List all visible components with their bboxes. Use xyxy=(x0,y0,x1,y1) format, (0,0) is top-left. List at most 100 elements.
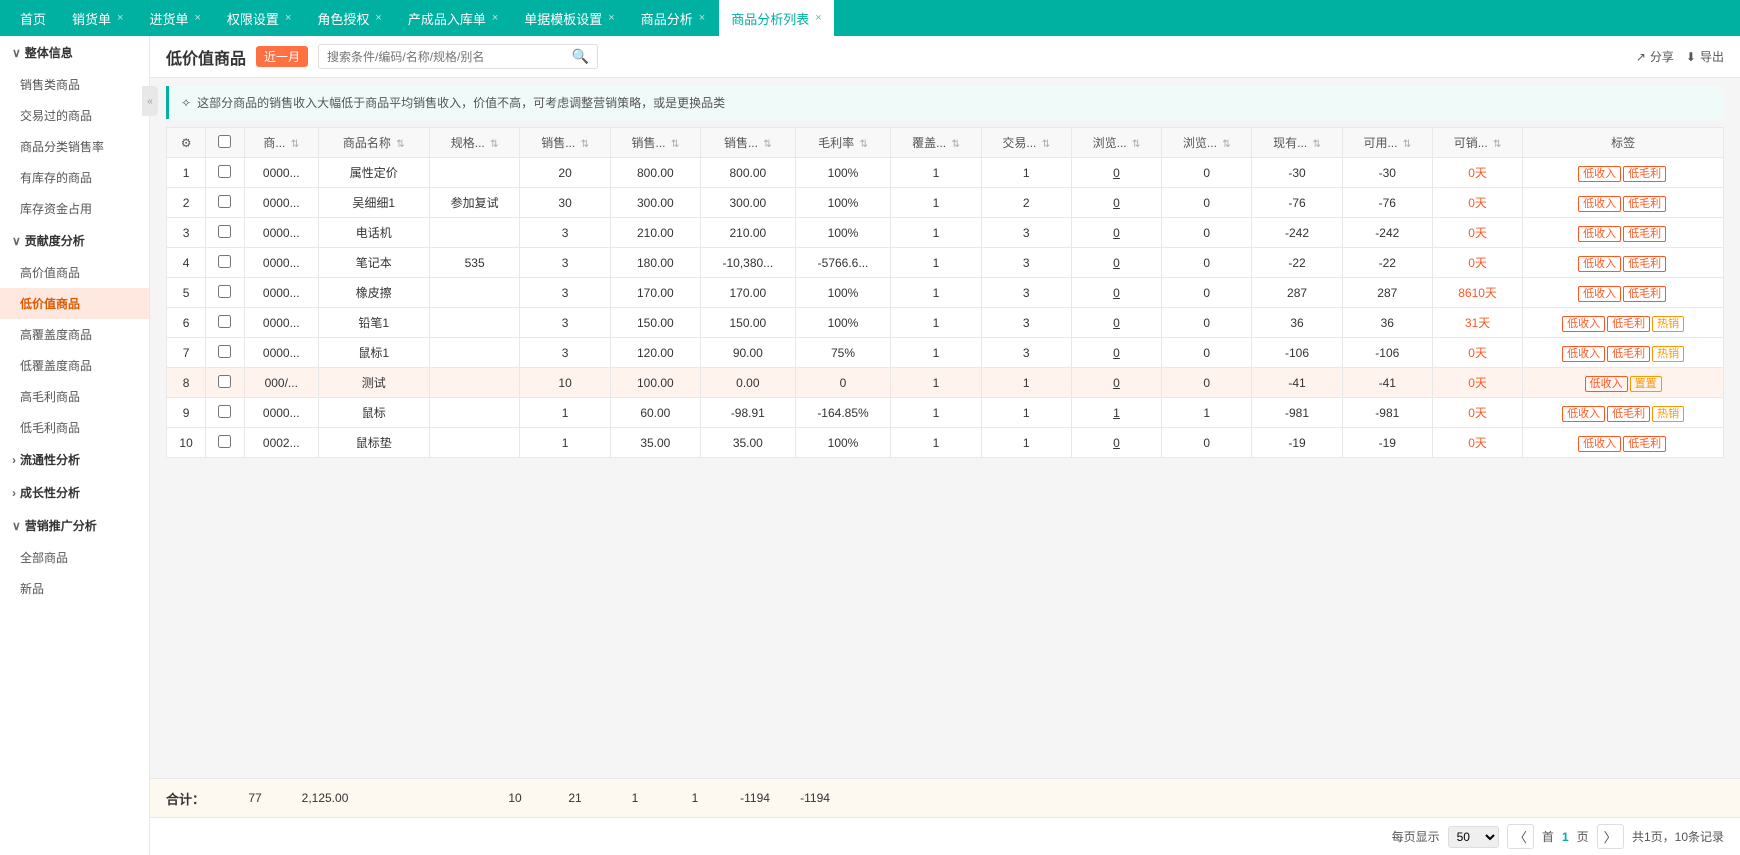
sidebar-item-sales-goods[interactable]: 销售类商品 xyxy=(0,69,149,100)
date-tag-btn[interactable]: 近一月 xyxy=(256,46,308,67)
export-btn[interactable]: ⬇ 导出 xyxy=(1686,48,1724,65)
row-checkbox[interactable] xyxy=(218,405,231,418)
nav-template[interactable]: 单据模板设置 × xyxy=(512,0,626,36)
close-template[interactable]: × xyxy=(608,12,614,24)
cell-checkbox[interactable] xyxy=(206,278,245,308)
sidebar-group-marketing[interactable]: ∨ 营销推广分析 xyxy=(0,509,149,542)
col-available[interactable]: 可用... ⇅ xyxy=(1342,128,1432,158)
nav-analysis[interactable]: 商品分析 × xyxy=(629,0,717,36)
cell-browse1[interactable]: 0 xyxy=(1071,308,1161,338)
close-role[interactable]: × xyxy=(375,12,381,24)
sidebar-item-stock-goods[interactable]: 有库存的商品 xyxy=(0,162,149,193)
col-salable[interactable]: 可销... ⇅ xyxy=(1432,128,1522,158)
cell-browse1[interactable]: 1 xyxy=(1071,398,1161,428)
cell-browse1[interactable]: 0 xyxy=(1071,368,1161,398)
per-page-select[interactable]: 50 100 200 xyxy=(1448,826,1499,848)
nav-role[interactable]: 角色授权 × xyxy=(305,0,393,36)
col-s2[interactable]: 销售... ⇅ xyxy=(610,128,700,158)
browse1-link[interactable]: 0 xyxy=(1113,256,1120,270)
cell-checkbox[interactable] xyxy=(206,248,245,278)
cell-browse1[interactable]: 0 xyxy=(1071,158,1161,188)
cell-checkbox[interactable] xyxy=(206,398,245,428)
close-purchase[interactable]: × xyxy=(194,12,200,24)
col-trade[interactable]: 交易... ⇅ xyxy=(981,128,1071,158)
cell-checkbox[interactable] xyxy=(206,428,245,458)
sidebar-collapse-btn[interactable]: « xyxy=(142,86,158,116)
select-all[interactable] xyxy=(218,135,231,148)
col-code[interactable]: 商... ⇅ xyxy=(244,128,318,158)
sidebar-item-category-sales[interactable]: 商品分类销售率 xyxy=(0,131,149,162)
cell-browse1[interactable]: 0 xyxy=(1071,248,1161,278)
col-name[interactable]: 商品名称 ⇅ xyxy=(318,128,429,158)
share-btn[interactable]: ↗ 分享 xyxy=(1636,48,1674,65)
cell-checkbox[interactable] xyxy=(206,338,245,368)
row-checkbox[interactable] xyxy=(218,375,231,388)
row-checkbox[interactable] xyxy=(218,285,231,298)
close-product[interactable]: × xyxy=(492,12,498,24)
cell-browse1[interactable]: 0 xyxy=(1071,188,1161,218)
browse1-link[interactable]: 0 xyxy=(1113,436,1120,450)
col-current[interactable]: 现有... ⇅ xyxy=(1252,128,1342,158)
sidebar-item-low-coverage[interactable]: 低覆盖度商品 xyxy=(0,350,149,381)
sidebar-group-overall[interactable]: ∨ 整体信息 xyxy=(0,36,149,69)
nav-analysis-list[interactable]: 商品分析列表 × xyxy=(719,0,833,36)
close-analysis[interactable]: × xyxy=(699,12,705,24)
col-cover[interactable]: 覆盖... ⇅ xyxy=(891,128,981,158)
sidebar-item-high-coverage[interactable]: 高覆盖度商品 xyxy=(0,319,149,350)
browse1-link[interactable]: 0 xyxy=(1113,316,1120,330)
col-checkbox[interactable] xyxy=(206,128,245,158)
col-browse2[interactable]: 浏览... ⇅ xyxy=(1162,128,1252,158)
row-checkbox[interactable] xyxy=(218,435,231,448)
browse1-link[interactable]: 0 xyxy=(1113,196,1120,210)
close-analysis-list[interactable]: × xyxy=(815,12,821,24)
sidebar-item-low-margin[interactable]: 低毛利商品 xyxy=(0,412,149,443)
search-icon[interactable]: 🔍 xyxy=(572,48,589,65)
row-checkbox[interactable] xyxy=(218,165,231,178)
browse1-link[interactable]: 1 xyxy=(1113,406,1120,420)
nav-sales[interactable]: 销货单 × xyxy=(60,0,135,36)
sidebar-item-all-goods[interactable]: 全部商品 xyxy=(0,542,149,573)
cell-browse1[interactable]: 0 xyxy=(1071,338,1161,368)
sidebar-group-circulation[interactable]: › 流通性分析 xyxy=(0,443,149,476)
sidebar-group-growth[interactable]: › 成长性分析 xyxy=(0,476,149,509)
cell-browse1[interactable]: 0 xyxy=(1071,218,1161,248)
close-permission[interactable]: × xyxy=(285,12,291,24)
cell-checkbox[interactable] xyxy=(206,368,245,398)
row-checkbox[interactable] xyxy=(218,255,231,268)
sidebar-item-high-value[interactable]: 高价值商品 xyxy=(0,257,149,288)
cell-checkbox[interactable] xyxy=(206,308,245,338)
sidebar-item-new-goods[interactable]: 新品 xyxy=(0,573,149,604)
nav-purchase[interactable]: 进货单 × xyxy=(137,0,212,36)
col-browse1[interactable]: 浏览... ⇅ xyxy=(1071,128,1161,158)
sidebar-item-high-margin[interactable]: 高毛利商品 xyxy=(0,381,149,412)
browse1-link[interactable]: 0 xyxy=(1113,376,1120,390)
row-checkbox[interactable] xyxy=(218,225,231,238)
col-margin[interactable]: 毛利率 ⇅ xyxy=(795,128,891,158)
close-sales[interactable]: × xyxy=(117,12,123,24)
browse1-link[interactable]: 0 xyxy=(1113,166,1120,180)
search-input[interactable] xyxy=(327,50,572,64)
cell-browse1[interactable]: 0 xyxy=(1071,278,1161,308)
col-s1[interactable]: 销售... ⇅ xyxy=(520,128,610,158)
col-settings[interactable]: ⚙ xyxy=(167,128,206,158)
col-s3[interactable]: 销售... ⇅ xyxy=(700,128,795,158)
sidebar-item-low-value[interactable]: 低价值商品 xyxy=(0,288,149,319)
row-checkbox[interactable] xyxy=(218,315,231,328)
nav-permission[interactable]: 权限设置 × xyxy=(215,0,303,36)
browse1-link[interactable]: 0 xyxy=(1113,226,1120,240)
cell-checkbox[interactable] xyxy=(206,158,245,188)
col-spec[interactable]: 规格... ⇅ xyxy=(429,128,520,158)
table-container[interactable]: ⚙ 商... ⇅ 商品名称 ⇅ 规格... ⇅ 销售... ⇅ 销售... ⇅ … xyxy=(150,127,1740,778)
row-checkbox[interactable] xyxy=(218,345,231,358)
sidebar-item-traded-goods[interactable]: 交易过的商品 xyxy=(0,100,149,131)
browse1-link[interactable]: 0 xyxy=(1113,286,1120,300)
first-page-btn[interactable]: 〈 xyxy=(1507,824,1534,849)
cell-checkbox[interactable] xyxy=(206,188,245,218)
nav-home[interactable]: 首页 xyxy=(8,0,58,36)
sidebar-item-stock-capital[interactable]: 库存资金占用 xyxy=(0,193,149,224)
browse1-link[interactable]: 0 xyxy=(1113,346,1120,360)
cell-checkbox[interactable] xyxy=(206,218,245,248)
row-checkbox[interactable] xyxy=(218,195,231,208)
sidebar-group-contribution[interactable]: ∨ 贡献度分析 xyxy=(0,224,149,257)
cell-browse1[interactable]: 0 xyxy=(1071,428,1161,458)
